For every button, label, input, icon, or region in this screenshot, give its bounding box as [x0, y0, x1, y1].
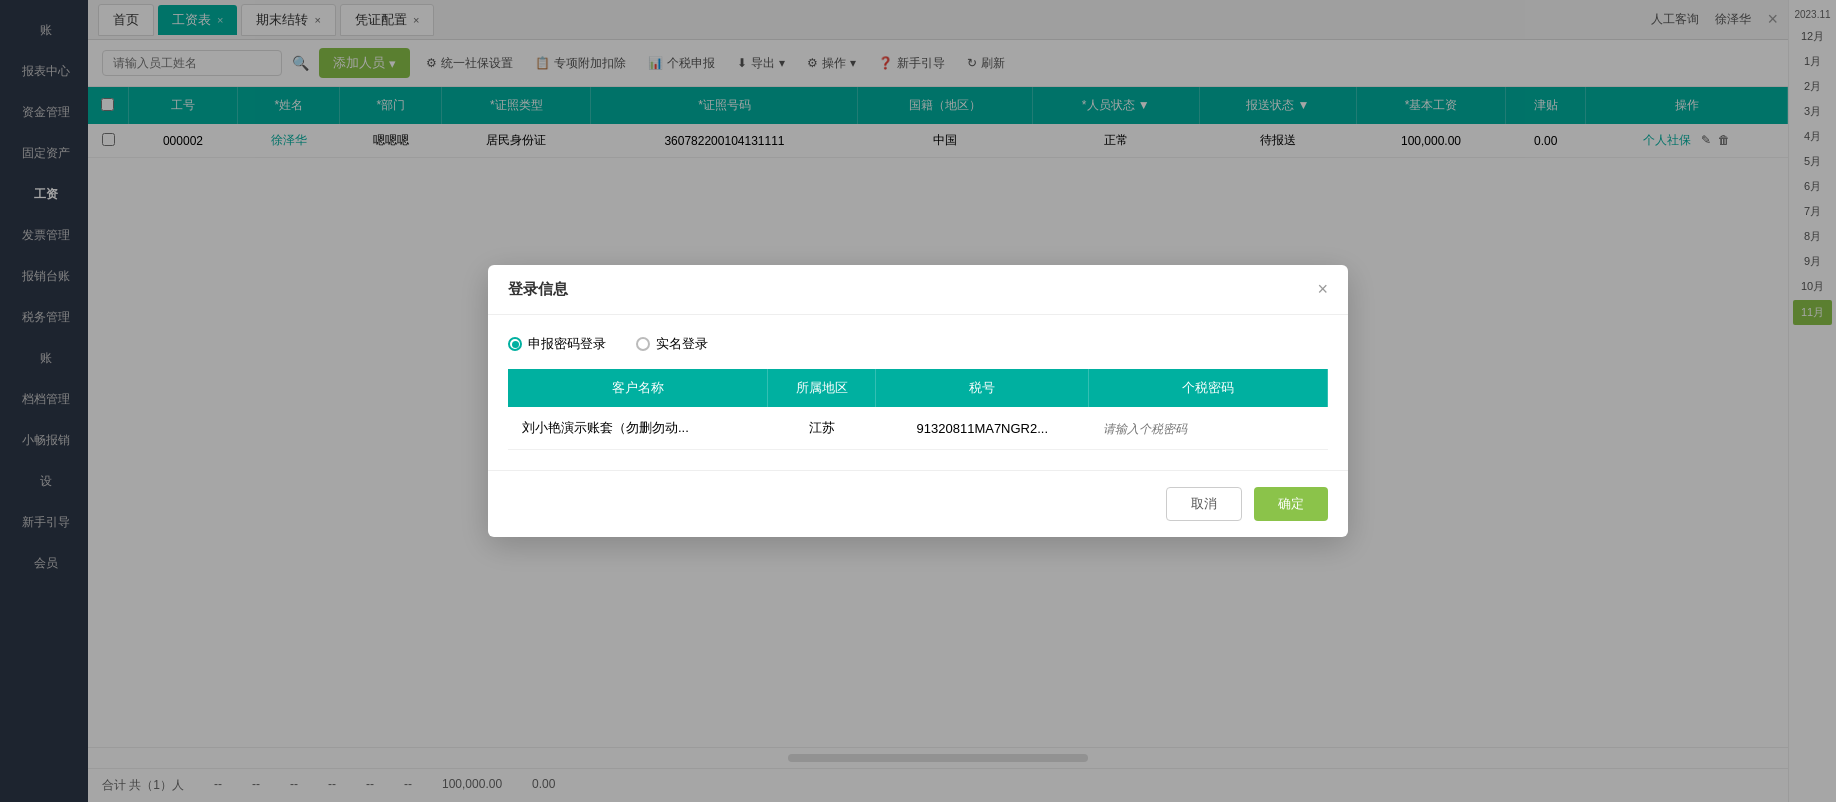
inner-col-region: 所属地区: [768, 369, 876, 407]
login-info-modal: 登录信息 × 申报密码登录 实名登录 客户名称 所属: [488, 265, 1348, 537]
login-radio-group: 申报密码登录 实名登录: [508, 335, 1328, 353]
modal-title: 登录信息: [508, 280, 568, 299]
radio-password-circle: [508, 337, 522, 351]
inner-cell-region: 江苏: [768, 407, 876, 450]
inner-cell-password[interactable]: [1089, 407, 1328, 450]
inner-col-tax-no: 税号: [876, 369, 1089, 407]
inner-table-row: 刘小艳演示账套（勿删勿动... 江苏 91320811MA7NGR2...: [508, 407, 1328, 450]
radio-realname-circle: [636, 337, 650, 351]
tax-password-input[interactable]: [1103, 422, 1314, 436]
radio-password-label: 申报密码登录: [528, 335, 606, 353]
modal-overlay: 登录信息 × 申报密码登录 实名登录 客户名称 所属: [0, 0, 1836, 802]
radio-realname-login[interactable]: 实名登录: [636, 335, 708, 353]
modal-close-button[interactable]: ×: [1317, 279, 1328, 300]
radio-password-login[interactable]: 申报密码登录: [508, 335, 606, 353]
modal-body: 申报密码登录 实名登录 客户名称 所属地区 税号 个税密码: [488, 315, 1348, 470]
modal-confirm-button[interactable]: 确定: [1254, 487, 1328, 521]
modal-footer: 取消 确定: [488, 470, 1348, 537]
inner-cell-tax-no: 91320811MA7NGR2...: [876, 407, 1089, 450]
inner-col-client: 客户名称: [508, 369, 768, 407]
modal-cancel-button[interactable]: 取消: [1166, 487, 1242, 521]
modal-header: 登录信息 ×: [488, 265, 1348, 315]
login-info-table: 客户名称 所属地区 税号 个税密码 刘小艳演示账套（勿删勿动... 江苏 913…: [508, 369, 1328, 450]
inner-cell-client: 刘小艳演示账套（勿删勿动...: [508, 407, 768, 450]
radio-realname-label: 实名登录: [656, 335, 708, 353]
inner-col-password: 个税密码: [1089, 369, 1328, 407]
